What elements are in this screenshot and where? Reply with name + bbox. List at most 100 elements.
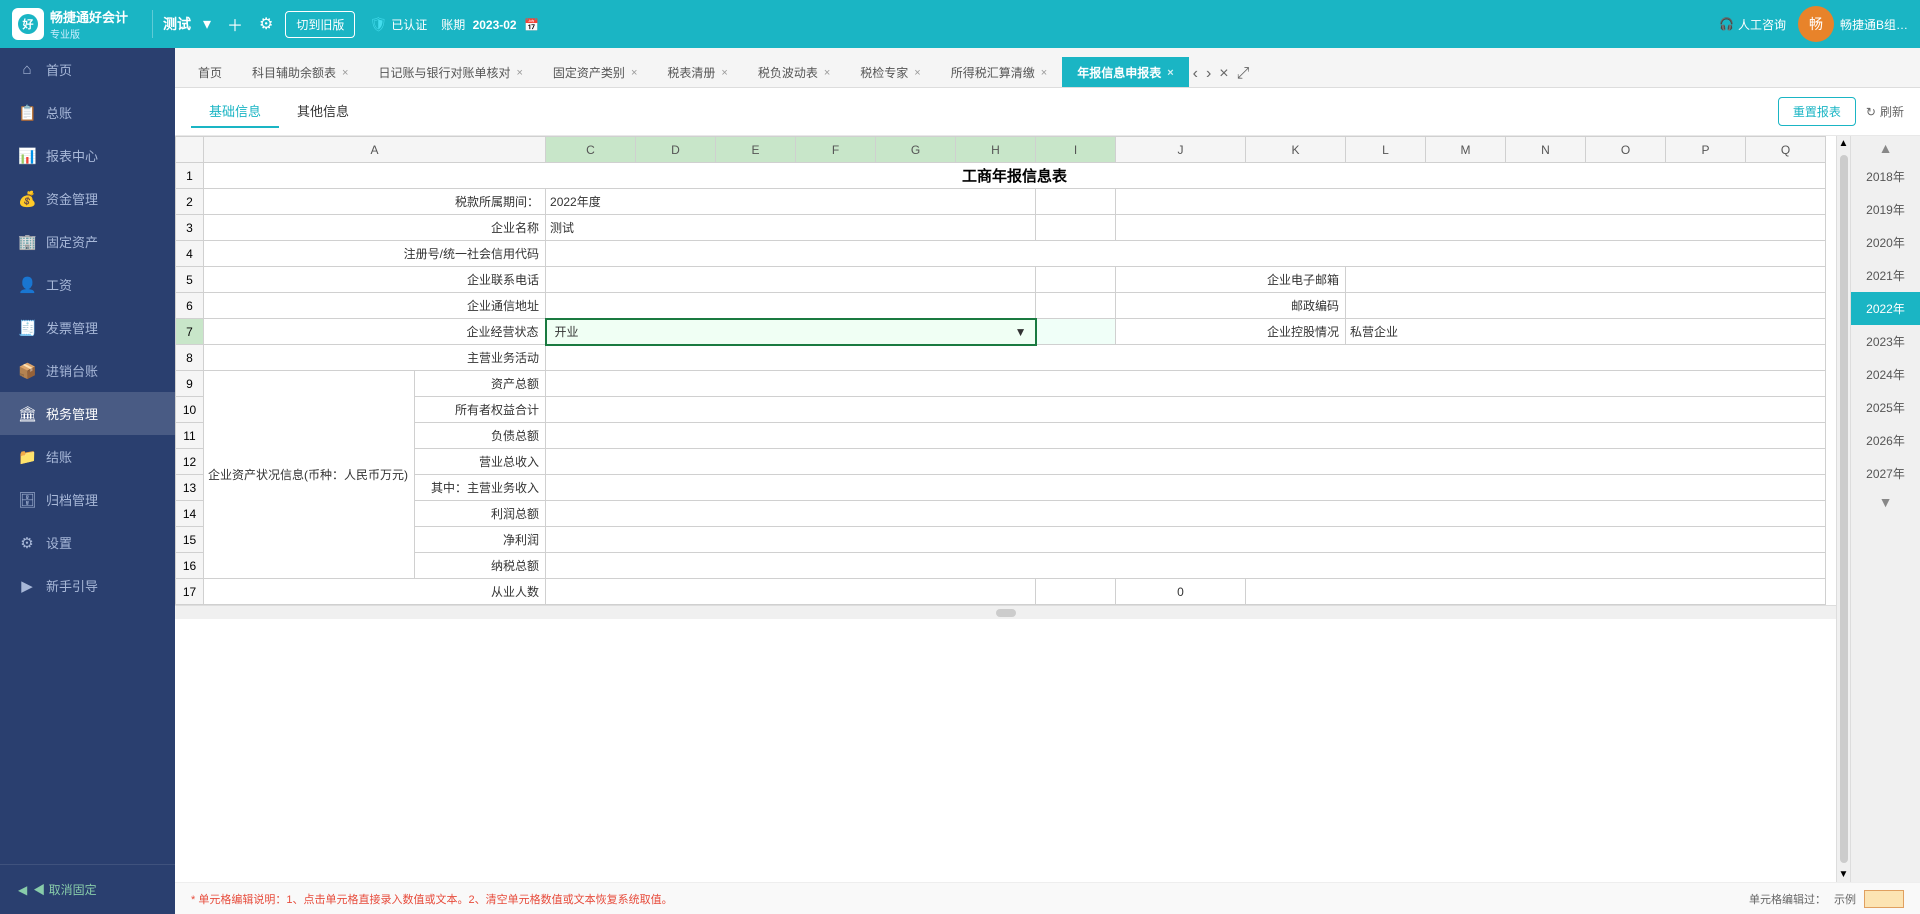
settings-btn[interactable]: ⚙	[255, 10, 277, 38]
tab-tax-wave[interactable]: 税负波动表 ×	[743, 57, 845, 87]
cell-7-value[interactable]: 开业 ▼	[546, 319, 1036, 345]
dropdown-arrow[interactable]: ▼	[1015, 325, 1027, 339]
year-item-2019[interactable]: 2019年	[1851, 193, 1920, 226]
cell-5-right-value[interactable]	[1346, 267, 1826, 293]
cell-7-right-value[interactable]: 私营企业	[1346, 319, 1826, 345]
col-header-j[interactable]: J	[1116, 137, 1246, 163]
col-header-a[interactable]: A	[204, 137, 546, 163]
tab-tax-list-close[interactable]: ×	[721, 67, 727, 79]
cell-12-value[interactable]	[546, 449, 1826, 475]
sidebar-item-reports[interactable]: 📊 报表中心	[0, 134, 175, 177]
year-item-2020[interactable]: 2020年	[1851, 226, 1920, 259]
sidebar-item-assets[interactable]: 🏢 固定资产	[0, 220, 175, 263]
cell-16-value[interactable]	[546, 553, 1826, 579]
cell-17-value[interactable]	[546, 579, 1036, 605]
spreadsheet-main[interactable]: A C D E F G H I J K	[175, 136, 1836, 882]
col-header-o[interactable]: O	[1586, 137, 1666, 163]
tab-expand-btn[interactable]: ⤢	[1233, 61, 1254, 87]
sidebar-item-ledger[interactable]: 📋 总账	[0, 91, 175, 134]
cell-3-value[interactable]: 测试	[546, 215, 1036, 241]
col-header-h[interactable]: H	[956, 137, 1036, 163]
tab-annual-report[interactable]: 年报信息申报表 ×	[1062, 57, 1188, 88]
year-scroll-down-btn[interactable]: ▼	[1851, 490, 1920, 514]
col-header-l[interactable]: L	[1346, 137, 1426, 163]
col-header-d[interactable]: D	[636, 137, 716, 163]
cell-11-value[interactable]	[546, 423, 1826, 449]
cell-17-rest[interactable]	[1246, 579, 1826, 605]
tab-fixed-assets-close[interactable]: ×	[631, 67, 637, 79]
year-item-2026[interactable]: 2026年	[1851, 424, 1920, 457]
col-header-k[interactable]: K	[1246, 137, 1346, 163]
year-item-2022[interactable]: 2022年	[1851, 292, 1920, 325]
col-header-i[interactable]: I	[1036, 137, 1116, 163]
tab-prev-btn[interactable]: ‹	[1189, 61, 1202, 87]
tab-home[interactable]: 首页	[183, 57, 237, 87]
col-header-p[interactable]: P	[1666, 137, 1746, 163]
sidebar-item-funds[interactable]: 💰 资金管理	[0, 177, 175, 220]
tab-tax-wave-close[interactable]: ×	[824, 67, 830, 79]
sidebar-item-settings[interactable]: ⚙ 设置	[0, 521, 175, 564]
cell-3-empty[interactable]	[1036, 215, 1116, 241]
col-header-q[interactable]: Q	[1746, 137, 1826, 163]
cell-13-value[interactable]	[546, 475, 1826, 501]
tab-bank-reconcile[interactable]: 日记账与银行对账单核对 ×	[363, 57, 537, 87]
tab-fixed-assets[interactable]: 固定资产类别 ×	[538, 57, 652, 87]
switch-old-btn[interactable]: 切到旧版	[285, 11, 355, 38]
cell-9-value[interactable]	[546, 371, 1826, 397]
unpin-btn[interactable]: ◀ ◀ 取消固定	[8, 873, 167, 906]
sidebar-item-payroll[interactable]: 👤 工资	[0, 263, 175, 306]
tab-close-all-btn[interactable]: ×	[1215, 61, 1232, 87]
horizontal-scrollbar[interactable]	[175, 605, 1836, 619]
sidebar-item-home[interactable]: ⌂ 首页	[0, 48, 175, 91]
cell-6-value[interactable]	[546, 293, 1036, 319]
vertical-scrollbar[interactable]: ▲ ▼	[1836, 136, 1850, 882]
year-item-2025[interactable]: 2025年	[1851, 391, 1920, 424]
tab-tax-list[interactable]: 税表清册 ×	[652, 57, 742, 87]
col-header-f[interactable]: F	[796, 137, 876, 163]
tab-income-tax[interactable]: 所得税汇算清缴 ×	[936, 57, 1062, 87]
year-item-2027[interactable]: 2027年	[1851, 457, 1920, 490]
sidebar-item-tax[interactable]: 🏛 税务管理	[0, 392, 175, 435]
year-item-2024[interactable]: 2024年	[1851, 358, 1920, 391]
col-header-m[interactable]: M	[1426, 137, 1506, 163]
reset-btn[interactable]: 重置报表	[1778, 97, 1856, 126]
tab-aux-balance[interactable]: 科目辅助余额表 ×	[237, 57, 363, 87]
scroll-up-btn[interactable]: ▲	[1837, 136, 1851, 151]
cell-3-right[interactable]	[1116, 215, 1826, 241]
year-item-2018[interactable]: 2018年	[1851, 160, 1920, 193]
cell-5-value[interactable]	[546, 267, 1036, 293]
sidebar-item-purchase[interactable]: 📦 进销台账	[0, 349, 175, 392]
cell-10-value[interactable]	[546, 397, 1826, 423]
year-scroll-up-btn[interactable]: ▲	[1851, 136, 1920, 160]
dropdown-btn[interactable]: ▾	[199, 10, 215, 38]
tab-income-tax-close[interactable]: ×	[1041, 67, 1047, 79]
sidebar-item-invoice[interactable]: 🧾 发票管理	[0, 306, 175, 349]
cell-2-right[interactable]	[1116, 189, 1826, 215]
tab-tax-check[interactable]: 税检专家 ×	[845, 57, 935, 87]
cell-14-value[interactable]	[546, 501, 1826, 527]
sidebar-item-guide[interactable]: ▶ 新手引导	[0, 564, 175, 607]
add-btn[interactable]: ＋	[223, 8, 247, 40]
sidebar-item-close[interactable]: 📁 结账	[0, 435, 175, 478]
year-item-2021[interactable]: 2021年	[1851, 259, 1920, 292]
tab-bank-reconcile-close[interactable]: ×	[516, 67, 522, 79]
scroll-down-btn[interactable]: ▼	[1837, 867, 1851, 882]
sidebar-item-archive[interactable]: 🗄 归档管理	[0, 478, 175, 521]
tab-aux-balance-close[interactable]: ×	[342, 67, 348, 79]
cell-15-value[interactable]	[546, 527, 1826, 553]
col-header-n[interactable]: N	[1506, 137, 1586, 163]
service-btn[interactable]: 🎧 人工咨询	[1719, 16, 1786, 33]
col-header-e[interactable]: E	[716, 137, 796, 163]
sub-tab-basic[interactable]: 基础信息	[191, 95, 279, 128]
cell-2-empty[interactable]	[1036, 189, 1116, 215]
sub-tab-other[interactable]: 其他信息	[279, 95, 367, 128]
cell-4-value[interactable]	[546, 241, 1826, 267]
col-header-g[interactable]: G	[876, 137, 956, 163]
cell-6-right-value[interactable]	[1346, 293, 1826, 319]
col-header-c[interactable]: C	[546, 137, 636, 163]
year-item-2023[interactable]: 2023年	[1851, 325, 1920, 358]
cell-2-value[interactable]: 2022年度	[546, 189, 1036, 215]
tab-annual-report-close[interactable]: ×	[1167, 67, 1173, 79]
tab-tax-check-close[interactable]: ×	[914, 67, 920, 79]
cell-17-count[interactable]: 0	[1116, 579, 1246, 605]
